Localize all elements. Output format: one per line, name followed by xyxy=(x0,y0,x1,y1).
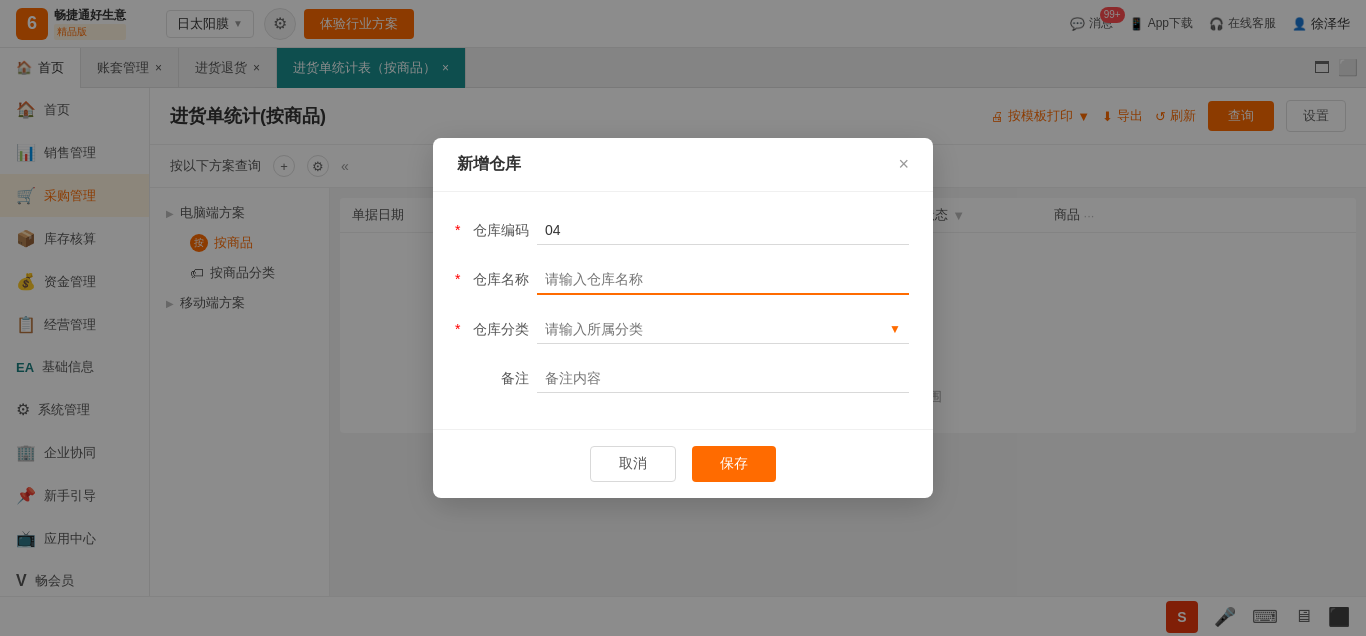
warehouse-code-input[interactable] xyxy=(537,216,909,245)
warehouse-name-label: 仓库名称 xyxy=(457,271,537,289)
warehouse-category-row: 仓库分类 ▼ xyxy=(457,315,909,344)
modal-body: 仓库编码 仓库名称 仓库分类 ▼ 备注 xyxy=(433,192,933,429)
add-warehouse-modal: 新增仓库 × 仓库编码 仓库名称 仓库分类 ▼ xyxy=(433,138,933,498)
warehouse-category-select[interactable]: ▼ xyxy=(537,315,909,344)
warehouse-category-input[interactable] xyxy=(545,321,889,337)
modal-close-icon[interactable]: × xyxy=(898,154,909,175)
warehouse-name-row: 仓库名称 xyxy=(457,265,909,295)
category-dropdown-icon: ▼ xyxy=(889,322,901,336)
warehouse-name-input[interactable] xyxy=(537,265,909,295)
save-button[interactable]: 保存 xyxy=(692,446,776,482)
warehouse-remark-label: 备注 xyxy=(457,370,537,388)
modal-title: 新增仓库 xyxy=(457,154,521,175)
warehouse-remark-row: 备注 xyxy=(457,364,909,393)
warehouse-code-row: 仓库编码 xyxy=(457,216,909,245)
warehouse-code-label: 仓库编码 xyxy=(457,222,537,240)
modal-overlay: 新增仓库 × 仓库编码 仓库名称 仓库分类 ▼ xyxy=(0,0,1366,636)
modal-header: 新增仓库 × xyxy=(433,138,933,192)
warehouse-category-label: 仓库分类 xyxy=(457,321,537,339)
warehouse-remark-input[interactable] xyxy=(537,364,909,393)
modal-footer: 取消 保存 xyxy=(433,429,933,498)
cancel-button[interactable]: 取消 xyxy=(590,446,676,482)
